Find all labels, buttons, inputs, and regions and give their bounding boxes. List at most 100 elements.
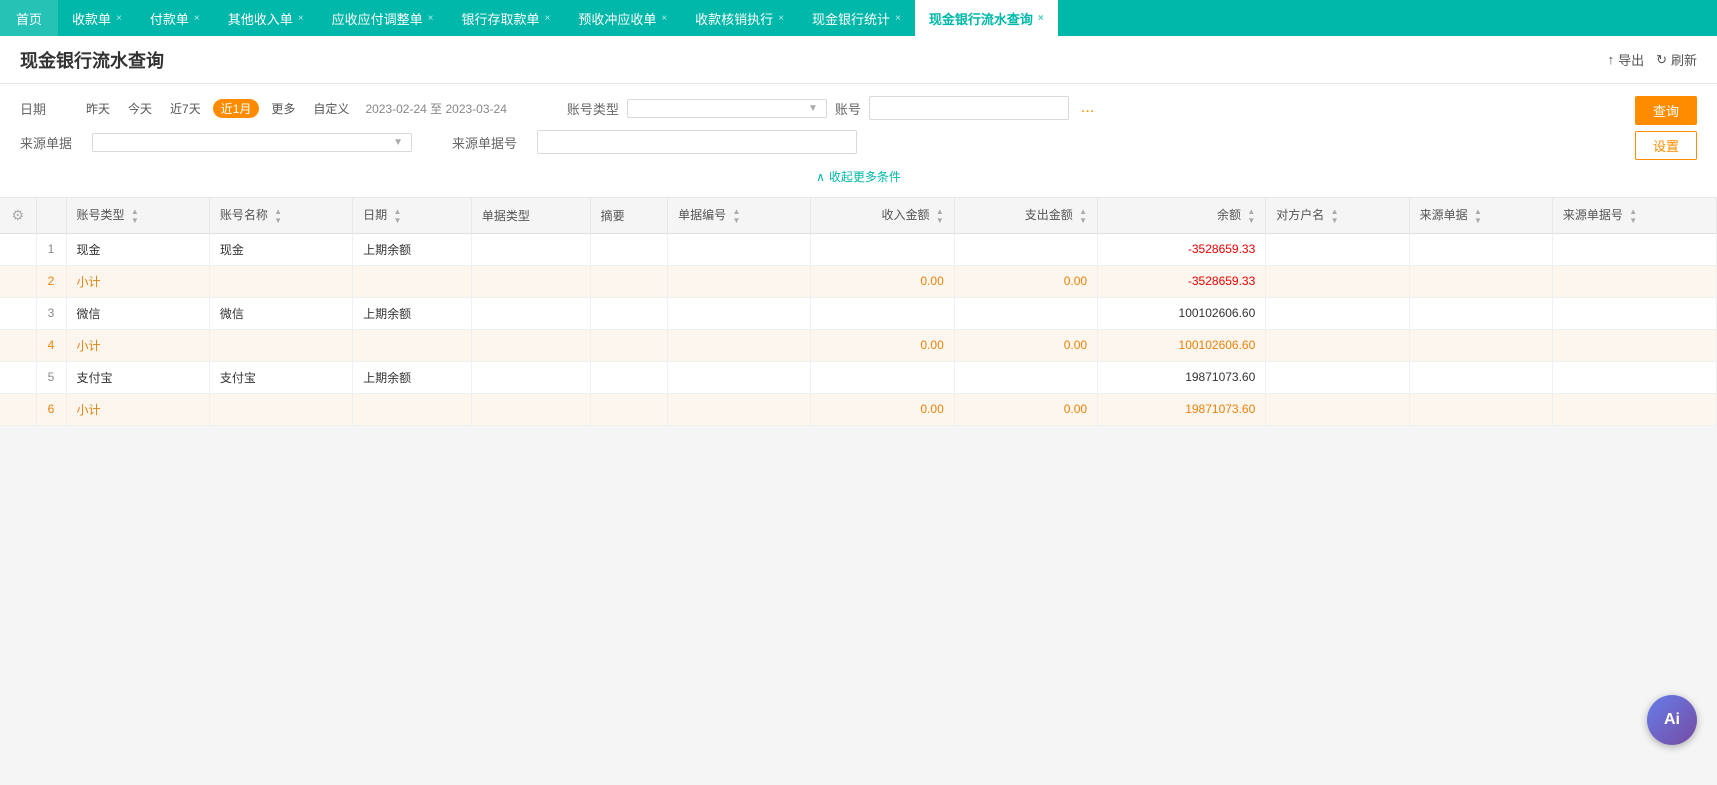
nav-receipt-verify-close[interactable]: ×	[778, 13, 784, 24]
row-income-4	[811, 361, 954, 393]
row-gear-5	[0, 393, 36, 425]
page-header: 现金银行流水查询 ↑ 导出 ↻ 刷新	[0, 36, 1717, 84]
row-account-name-2: 微信	[209, 297, 352, 329]
row-expend-0	[954, 233, 1097, 265]
top-navigation: 首页 收款单 × 付款单 × 其他收入单 × 应收应付调整单 × 银行存取款单 …	[0, 0, 1717, 36]
nav-ar-ap-adjust-close[interactable]: ×	[428, 13, 434, 24]
date-opt-1month[interactable]: 近1月	[213, 99, 260, 118]
settings-button[interactable]: 设置	[1635, 131, 1697, 160]
date-opt-more[interactable]: 更多	[265, 99, 301, 118]
th-source-doc-num[interactable]: 来源单据号 ▲▼	[1552, 198, 1716, 233]
settings-gear-icon[interactable]: ⚙	[11, 207, 24, 223]
account-type-arrow: ▼	[808, 103, 818, 114]
th-source-doc[interactable]: 来源单据 ▲▼	[1409, 198, 1552, 233]
nav-other-income[interactable]: 其他收入单 ×	[214, 0, 318, 36]
th-source-doc-num-label: 来源单据号	[1563, 208, 1623, 222]
nav-prepay-offset[interactable]: 预收冲应收单 ×	[564, 0, 681, 36]
row-doc-type-3	[471, 329, 590, 361]
date-opt-custom[interactable]: 自定义	[307, 99, 355, 118]
row-account-name-5	[209, 393, 352, 425]
source-doc-select[interactable]: ▼	[92, 133, 412, 152]
query-button[interactable]: 查询	[1635, 96, 1697, 125]
row-doc-type-4	[471, 361, 590, 393]
export-label: 导出	[1618, 50, 1644, 69]
th-doc-type: 单据类型	[471, 198, 590, 233]
sort-expend-icon: ▲▼	[1079, 207, 1087, 225]
row-account-type-3: 小计	[66, 329, 209, 361]
nav-home[interactable]: 首页	[0, 0, 58, 36]
nav-cash-bank-stat[interactable]: 现金银行统计 ×	[798, 0, 915, 36]
row-expend-3: 0.00	[954, 329, 1097, 361]
filter-row-source: 来源单据 ▼ 来源单据号	[20, 130, 1635, 154]
row-date-4: 上期余额	[353, 361, 472, 393]
row-income-5: 0.00	[811, 393, 954, 425]
sort-doc-num-icon: ▲▼	[732, 207, 740, 225]
row-num-0: 1	[36, 233, 66, 265]
account-input[interactable]	[869, 96, 1069, 120]
table-row: 3 微信 微信 上期余额 100102606.60	[0, 297, 1717, 329]
account-type-select[interactable]: ▼	[627, 99, 827, 118]
th-counterpart[interactable]: 对方户名 ▲▼	[1266, 198, 1409, 233]
row-account-type-0: 现金	[66, 233, 209, 265]
row-income-3: 0.00	[811, 329, 954, 361]
nav-bank-deposit[interactable]: 银行存取款单 ×	[447, 0, 564, 36]
collapse-bar[interactable]: ∧ 收起更多条件	[20, 164, 1697, 189]
th-balance[interactable]: 余额 ▲▼	[1098, 198, 1266, 233]
th-account-type[interactable]: 账号类型 ▲▼	[66, 198, 209, 233]
row-summary-3	[590, 329, 667, 361]
nav-receipt-verify-label: 收款核销执行	[695, 9, 773, 28]
date-opt-today[interactable]: 今天	[122, 99, 158, 118]
refresh-button[interactable]: ↻ 刷新	[1656, 50, 1697, 69]
nav-ar-ap-adjust[interactable]: 应收应付调整单 ×	[318, 0, 448, 36]
row-gear-2	[0, 297, 36, 329]
nav-receipt-close[interactable]: ×	[116, 13, 122, 24]
table-row: 1 现金 现金 上期余额 -3528659.33	[0, 233, 1717, 265]
row-doc-type-2	[471, 297, 590, 329]
table-row: 4 小计 0.00 0.00 100102606.60	[0, 329, 1717, 361]
row-source-doc-1	[1409, 265, 1552, 297]
th-income-amount-label: 收入金额	[881, 208, 929, 222]
th-doc-type-label: 单据类型	[482, 209, 530, 223]
nav-receipt-verify[interactable]: 收款核销执行 ×	[681, 0, 798, 36]
row-counterpart-2	[1266, 297, 1409, 329]
row-source-doc-num-3	[1552, 329, 1716, 361]
th-expend-amount[interactable]: 支出金额 ▲▼	[954, 198, 1097, 233]
row-gear-1	[0, 265, 36, 297]
sort-source-doc-num-icon: ▲▼	[1629, 207, 1637, 225]
nav-cash-bank-flow[interactable]: 现金银行流水查询 ×	[915, 0, 1058, 36]
ai-assistant-button[interactable]: Ai	[1647, 695, 1697, 745]
nav-payment[interactable]: 付款单 ×	[136, 0, 214, 36]
nav-bank-deposit-close[interactable]: ×	[544, 13, 550, 24]
nav-cash-bank-flow-close[interactable]: ×	[1038, 13, 1044, 24]
row-income-0	[811, 233, 954, 265]
nav-prepay-offset-close[interactable]: ×	[661, 13, 667, 24]
th-gear: ⚙	[0, 198, 36, 233]
source-doc-arrow: ▼	[393, 137, 403, 148]
sort-balance-icon: ▲▼	[1247, 207, 1255, 225]
filter-right-actions: 查询 设置	[1635, 96, 1697, 160]
nav-other-income-close[interactable]: ×	[298, 13, 304, 24]
source-doc-label: 来源单据	[20, 133, 72, 152]
row-account-name-0: 现金	[209, 233, 352, 265]
th-account-name[interactable]: 账号名称 ▲▼	[209, 198, 352, 233]
date-opt-7days[interactable]: 近7天	[164, 99, 207, 118]
export-button[interactable]: ↑ 导出	[1608, 50, 1645, 69]
row-balance-0: -3528659.33	[1098, 233, 1266, 265]
nav-receipt[interactable]: 收款单 ×	[58, 0, 136, 36]
nav-payment-close[interactable]: ×	[194, 13, 200, 24]
th-balance-label: 余额	[1217, 208, 1241, 222]
th-income-amount[interactable]: 收入金额 ▲▼	[811, 198, 954, 233]
th-doc-num[interactable]: 单据编号 ▲▼	[668, 198, 811, 233]
th-date[interactable]: 日期 ▲▼	[353, 198, 472, 233]
account-dots-button[interactable]: ...	[1077, 99, 1098, 117]
row-counterpart-1	[1266, 265, 1409, 297]
date-opt-yesterday[interactable]: 昨天	[80, 99, 116, 118]
source-doc-num-input[interactable]	[537, 130, 857, 154]
row-summary-2	[590, 297, 667, 329]
table-body: 1 现金 现金 上期余额 -3528659.33 2 小计 0.00 0.00 …	[0, 233, 1717, 425]
data-table: ⚙ 账号类型 ▲▼ 账号名称 ▲▼ 日期 ▲▼ 单据类型	[0, 198, 1717, 426]
nav-cash-bank-stat-close[interactable]: ×	[895, 13, 901, 24]
row-account-name-1	[209, 265, 352, 297]
nav-cash-bank-stat-label: 现金银行统计	[812, 9, 890, 28]
account-label: 账号	[835, 99, 861, 118]
